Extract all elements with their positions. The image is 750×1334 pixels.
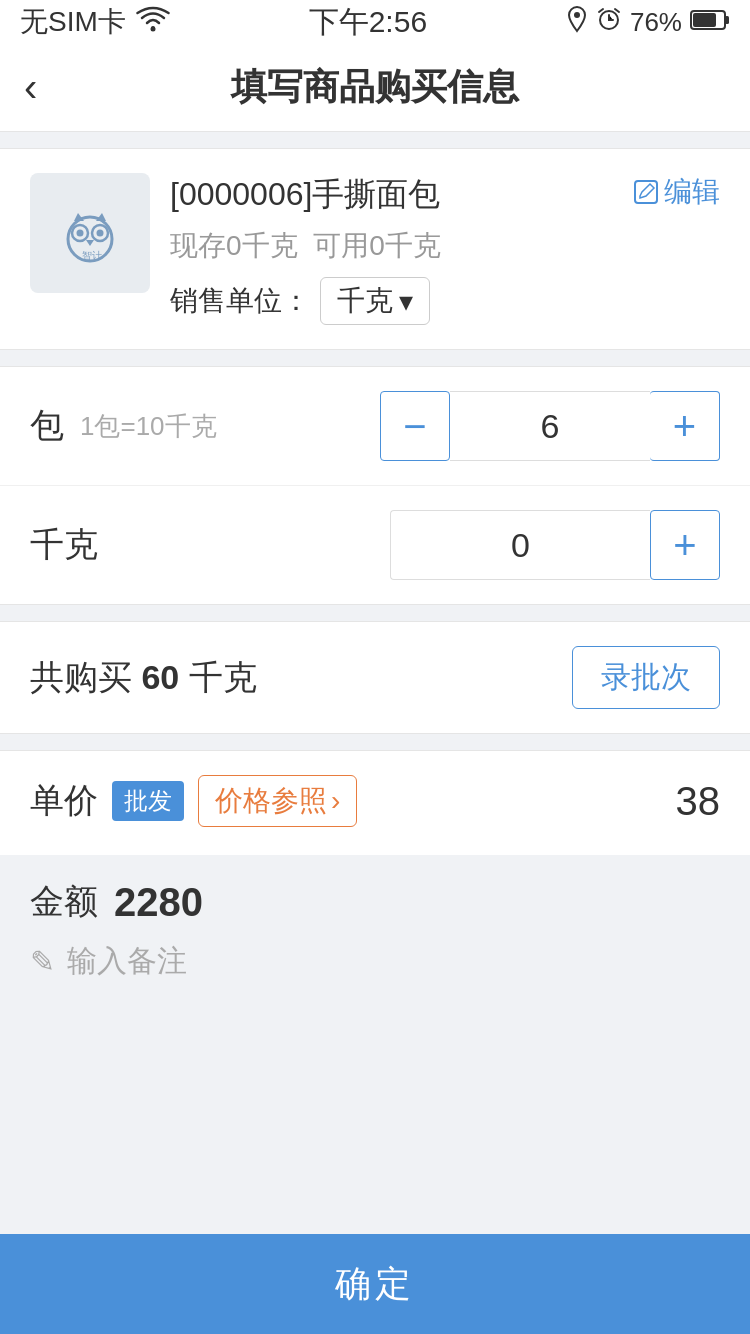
alarm-icon xyxy=(596,6,622,39)
svg-point-1 xyxy=(574,12,580,18)
quantity-controls-bao: − + xyxy=(380,391,720,461)
price-category-tag: 批发 xyxy=(112,781,184,821)
price-section: 单价 批发 价格参照 › 38 xyxy=(0,750,750,855)
price-row: 单价 批发 价格参照 › 38 xyxy=(30,775,720,827)
product-unit-row: 销售单位： 千克 ▾ xyxy=(170,277,720,325)
status-bar: 无SIM卡 下午2:56 76% xyxy=(0,0,750,44)
quantity-hint: 1包=10千克 xyxy=(80,409,217,444)
product-image: 智计 xyxy=(30,173,150,293)
nav-bar: ‹ 填写商品购买信息 xyxy=(0,44,750,132)
page-title: 填写商品购买信息 xyxy=(231,63,519,112)
chevron-down-icon: ▾ xyxy=(399,285,413,318)
amount-row: 金额 2280 xyxy=(30,879,720,925)
status-left: 无SIM卡 xyxy=(20,3,170,41)
quantity-label-bao: 包 1包=10千克 xyxy=(30,403,380,449)
summary-text: 共购买 60 千克 xyxy=(30,655,257,701)
quantity-section: 包 1包=10千克 − + 千克 + xyxy=(0,366,750,605)
back-button[interactable]: ‹ xyxy=(24,65,37,110)
product-logo: 智计 xyxy=(54,203,126,263)
minus-button-bao[interactable]: − xyxy=(380,391,450,461)
amount-label: 金额 xyxy=(30,879,98,925)
location-icon xyxy=(566,5,588,40)
status-right: 76% xyxy=(566,5,730,40)
plus-button-bao[interactable]: + xyxy=(650,391,720,461)
pencil-icon: ✎ xyxy=(30,944,55,979)
quantity-row-kg: 千克 + xyxy=(0,486,750,604)
wifi-icon xyxy=(136,6,170,39)
amount-value: 2280 xyxy=(114,880,203,925)
battery-icon xyxy=(690,7,730,38)
price-ref-button[interactable]: 价格参照 › xyxy=(198,775,357,827)
batch-button[interactable]: 录批次 xyxy=(572,646,720,709)
svg-point-9 xyxy=(77,230,84,237)
edit-label: 编辑 xyxy=(664,173,720,211)
product-card: 智计 [0000006]手撕面包 编辑 现存0千克 可用0千克 销售单位： 千克… xyxy=(0,148,750,350)
price-value: 38 xyxy=(676,779,721,824)
svg-point-10 xyxy=(97,230,104,237)
price-label: 单价 批发 价格参照 › xyxy=(30,775,357,827)
status-time: 下午2:56 xyxy=(309,2,427,43)
battery-text: 76% xyxy=(630,7,682,38)
product-info: [0000006]手撕面包 编辑 现存0千克 可用0千克 销售单位： 千克 ▾ xyxy=(170,173,720,325)
note-placeholder: 输入备注 xyxy=(67,941,187,982)
quantity-input-kg[interactable] xyxy=(390,510,650,580)
quantity-controls-kg: + xyxy=(390,510,720,580)
edit-button[interactable]: 编辑 xyxy=(632,173,720,211)
quantity-label-kg: 千克 xyxy=(30,522,390,568)
product-stock: 现存0千克 可用0千克 xyxy=(170,227,720,265)
plus-button-kg[interactable]: + xyxy=(650,510,720,580)
svg-rect-4 xyxy=(725,16,729,24)
carrier-text: 无SIM卡 xyxy=(20,3,126,41)
amount-section: 金额 2280 ✎ 输入备注 xyxy=(0,855,750,1006)
svg-text:智计: 智计 xyxy=(82,250,102,261)
quantity-input-bao[interactable] xyxy=(450,391,650,461)
confirm-button[interactable]: 确定 xyxy=(0,1234,750,1334)
svg-rect-12 xyxy=(635,181,657,203)
summary-section: 共购买 60 千克 录批次 xyxy=(0,621,750,734)
unit-dropdown[interactable]: 千克 ▾ xyxy=(320,277,430,325)
chevron-right-icon: › xyxy=(331,785,340,817)
svg-rect-5 xyxy=(693,13,716,27)
product-name: [0000006]手撕面包 xyxy=(170,173,440,217)
svg-point-0 xyxy=(150,26,155,31)
note-row[interactable]: ✎ 输入备注 xyxy=(30,941,720,1006)
quantity-row-bao: 包 1包=10千克 − + xyxy=(0,367,750,486)
